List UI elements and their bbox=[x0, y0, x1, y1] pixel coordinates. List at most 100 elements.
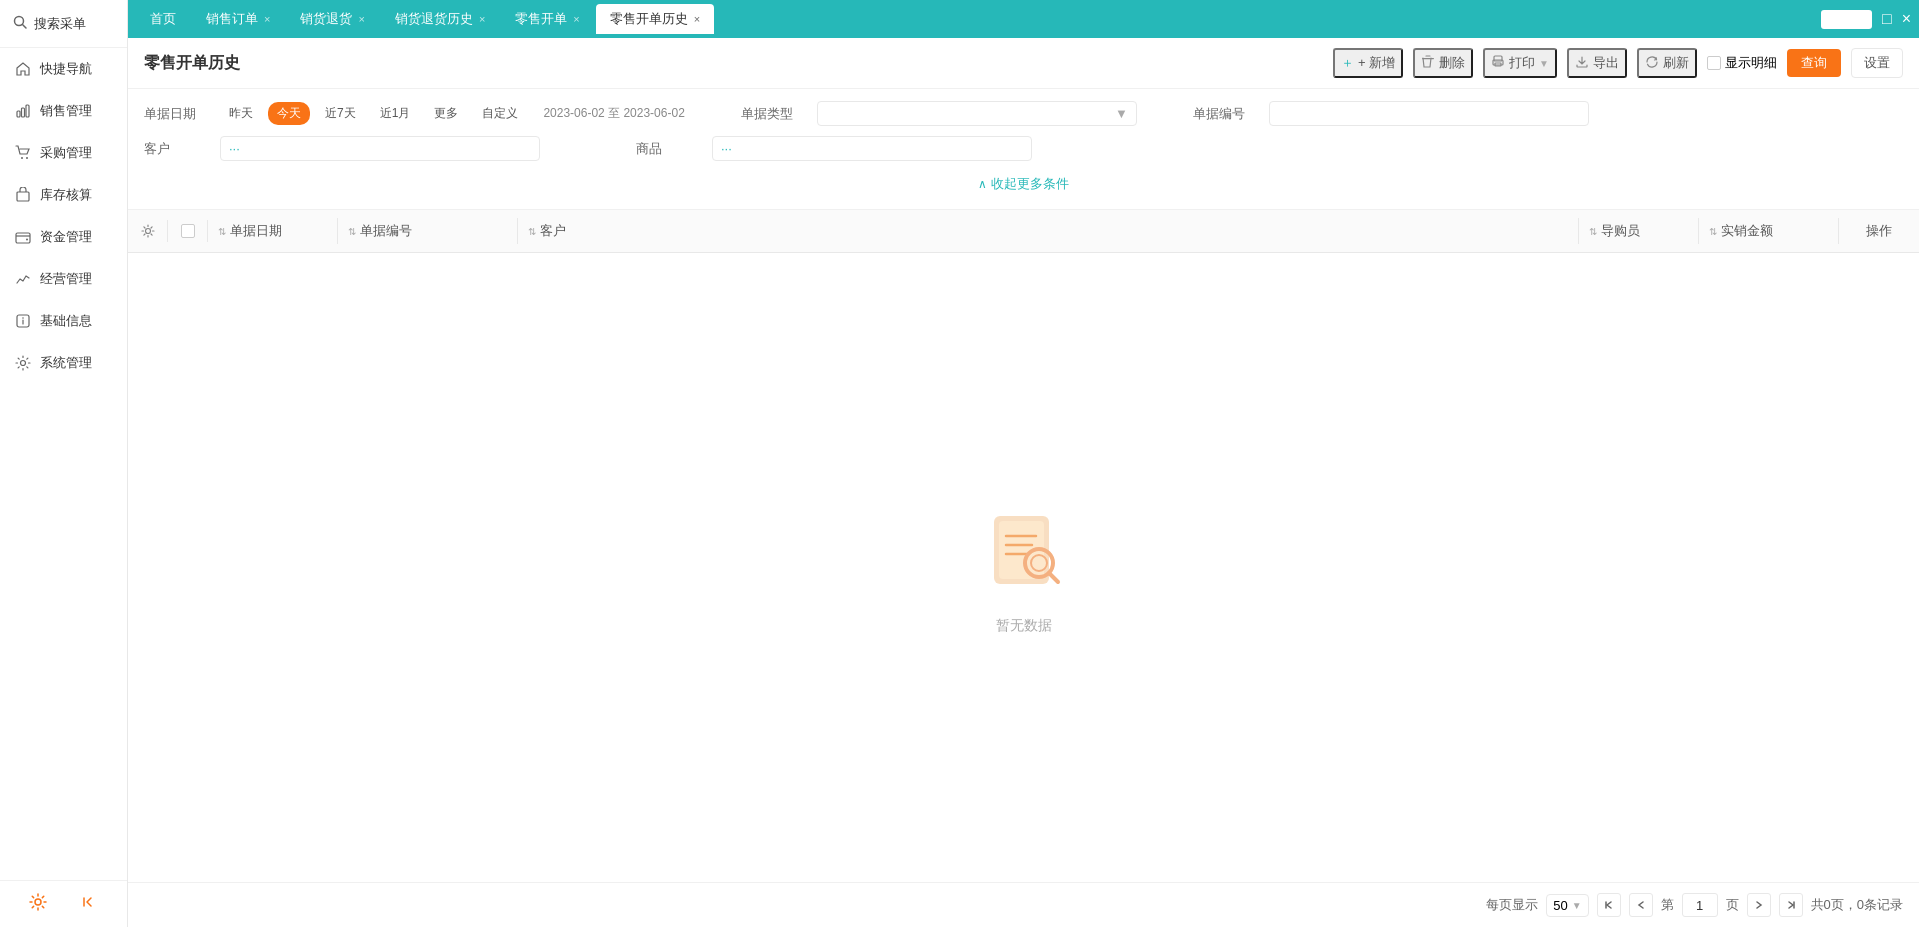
page-size-label: 每页显示 bbox=[1486, 896, 1538, 914]
gear-icon[interactable] bbox=[29, 893, 47, 915]
tab-close-sales-order[interactable]: × bbox=[264, 13, 270, 25]
svg-point-13 bbox=[21, 361, 26, 366]
th-number-sort-icon[interactable]: ⇅ bbox=[348, 226, 356, 237]
th-ops-label: 操作 bbox=[1866, 222, 1892, 240]
home-icon bbox=[14, 60, 32, 78]
filter-row-2: 客户 ··· 商品 ··· bbox=[144, 136, 1903, 161]
th-amount: ⇅ 实销金额 bbox=[1699, 218, 1839, 244]
tab-home[interactable]: 首页 bbox=[136, 4, 190, 34]
type-filter-select[interactable]: ▼ bbox=[817, 101, 1137, 126]
svg-point-14 bbox=[35, 899, 41, 905]
svg-point-27 bbox=[1031, 555, 1047, 571]
sidebar-item-label-inventory: 库存核算 bbox=[40, 186, 92, 204]
th-amount-label: 实销金额 bbox=[1721, 222, 1773, 240]
export-button[interactable]: 导出 bbox=[1567, 48, 1627, 78]
last7-btn[interactable]: 近7天 bbox=[316, 102, 365, 125]
print-button[interactable]: 打印 ▼ bbox=[1483, 48, 1557, 78]
th-number: ⇅ 单据编号 bbox=[338, 218, 518, 244]
query-button[interactable]: 查询 bbox=[1787, 49, 1841, 77]
last-page-btn[interactable] bbox=[1779, 893, 1803, 917]
svg-rect-7 bbox=[17, 192, 29, 201]
svg-rect-2 bbox=[17, 111, 20, 117]
sidebar-item-finance[interactable]: 资金管理 bbox=[0, 216, 127, 258]
tab-close-retail-open-history[interactable]: × bbox=[694, 13, 700, 25]
tab-sales-order[interactable]: 销售订单 × bbox=[192, 4, 284, 34]
th-date-label: 单据日期 bbox=[230, 222, 282, 240]
sidebar-item-inventory[interactable]: 库存核算 bbox=[0, 174, 127, 216]
export-label: 导出 bbox=[1593, 54, 1619, 72]
toolbar: 零售开单历史 ＋ + 新增 删除 bbox=[128, 38, 1919, 89]
svg-point-9 bbox=[26, 239, 28, 241]
sidebar-item-operations[interactable]: 经营管理 bbox=[0, 258, 127, 300]
filter-area: 单据日期 昨天 今天 近7天 近1月 更多 自定义 2023-06-02 至 2… bbox=[128, 89, 1919, 210]
th-amount-sort-icon[interactable]: ⇅ bbox=[1709, 226, 1717, 237]
main-content: 首页销售订单×销货退货×销货退货历史×零售开单×零售开单历史× OfTEn □ … bbox=[128, 0, 1919, 927]
refresh-button[interactable]: 刷新 bbox=[1637, 48, 1697, 78]
empty-icon bbox=[974, 501, 1074, 601]
box-icon bbox=[14, 186, 32, 204]
tab-retail-open[interactable]: 零售开单× bbox=[501, 4, 593, 34]
last-month-btn[interactable]: 近1月 bbox=[371, 102, 420, 125]
th-settings[interactable] bbox=[128, 220, 168, 242]
display-detail-toggle[interactable]: 显示明细 bbox=[1707, 54, 1777, 72]
svg-rect-8 bbox=[16, 233, 30, 243]
content-area: 零售开单历史 ＋ + 新增 删除 bbox=[128, 38, 1919, 927]
close-window-btn[interactable]: × bbox=[1902, 10, 1911, 28]
th-date-sort-icon[interactable]: ⇅ bbox=[218, 226, 226, 237]
yesterday-btn[interactable]: 昨天 bbox=[220, 102, 262, 125]
table-header: ⇅ 单据日期 ⇅ 单据编号 ⇅ 客户 ⇅ 导购员 ⇅ 实销金额 bbox=[128, 210, 1919, 253]
select-all-checkbox[interactable] bbox=[181, 224, 195, 238]
svg-point-20 bbox=[145, 229, 150, 234]
type-filter-label: 单据类型 bbox=[741, 105, 801, 123]
tab-close-retail-open[interactable]: × bbox=[573, 13, 579, 25]
th-number-label: 单据编号 bbox=[360, 222, 412, 240]
collapse-chevron-icon: ∧ bbox=[978, 177, 987, 191]
first-page-btn[interactable] bbox=[1597, 893, 1621, 917]
delete-label: 删除 bbox=[1439, 54, 1465, 72]
more-date-btn[interactable]: 更多 bbox=[425, 102, 467, 125]
th-guide-sort-icon[interactable]: ⇅ bbox=[1589, 226, 1597, 237]
restore-window-btn[interactable]: □ bbox=[1882, 10, 1892, 28]
tab-close-sales-return[interactable]: × bbox=[358, 13, 364, 25]
add-icon: ＋ bbox=[1341, 54, 1354, 72]
number-filter-label: 单据编号 bbox=[1193, 105, 1253, 123]
tab-sales-return[interactable]: 销货退货× bbox=[286, 4, 378, 34]
prev-page-btn[interactable] bbox=[1629, 893, 1653, 917]
wallet-icon bbox=[14, 228, 32, 246]
settings-button[interactable]: 设置 bbox=[1851, 48, 1903, 78]
sidebar-item-sales-mgmt[interactable]: 销售管理 bbox=[0, 90, 127, 132]
page-title: 零售开单历史 bbox=[144, 53, 240, 74]
add-button[interactable]: ＋ + 新增 bbox=[1333, 48, 1403, 78]
sidebar-search[interactable]: 搜索采单 bbox=[0, 0, 127, 48]
page-total: 共0页，0条记录 bbox=[1811, 896, 1903, 914]
goods-filter-select[interactable]: ··· bbox=[712, 136, 1032, 161]
collapse-btn[interactable]: ∧ 收起更多条件 bbox=[144, 171, 1903, 197]
custom-date-btn[interactable]: 自定义 bbox=[473, 102, 527, 125]
sidebar-item-quick-nav[interactable]: 快捷导航 bbox=[0, 48, 127, 90]
th-checkbox[interactable] bbox=[168, 220, 208, 242]
next-page-btn[interactable] bbox=[1747, 893, 1771, 917]
th-date: ⇅ 单据日期 bbox=[208, 218, 338, 244]
sidebar-item-purchase-mgmt[interactable]: 采购管理 bbox=[0, 132, 127, 174]
sidebar-item-basic-info[interactable]: 基础信息 bbox=[0, 300, 127, 342]
number-filter-input[interactable] bbox=[1269, 101, 1589, 126]
today-btn[interactable]: 今天 bbox=[268, 102, 310, 125]
info-icon bbox=[14, 312, 32, 330]
search-icon bbox=[12, 14, 28, 33]
tab-label-sales-order: 销售订单 bbox=[206, 10, 258, 28]
th-customer-label: 客户 bbox=[540, 222, 566, 240]
customer-dots: ··· bbox=[229, 141, 240, 156]
page-number-input[interactable]: 1 bbox=[1682, 893, 1718, 917]
sidebar-bottom bbox=[0, 880, 127, 927]
display-detail-checkbox[interactable] bbox=[1707, 56, 1721, 70]
collapse-icon[interactable] bbox=[80, 893, 98, 915]
sidebar-item-sys-mgmt[interactable]: 系统管理 bbox=[0, 342, 127, 384]
delete-button[interactable]: 删除 bbox=[1413, 48, 1473, 78]
customer-filter-select[interactable]: ··· bbox=[220, 136, 540, 161]
tab-sales-return-history[interactable]: 销货退货历史× bbox=[381, 4, 499, 34]
th-customer-sort-icon[interactable]: ⇅ bbox=[528, 226, 536, 237]
type-select-chevron: ▼ bbox=[1115, 106, 1128, 121]
tab-close-sales-return-history[interactable]: × bbox=[479, 13, 485, 25]
tab-retail-open-history[interactable]: 零售开单历史× bbox=[596, 4, 714, 34]
page-size-select[interactable]: 50 ▼ bbox=[1546, 894, 1588, 917]
